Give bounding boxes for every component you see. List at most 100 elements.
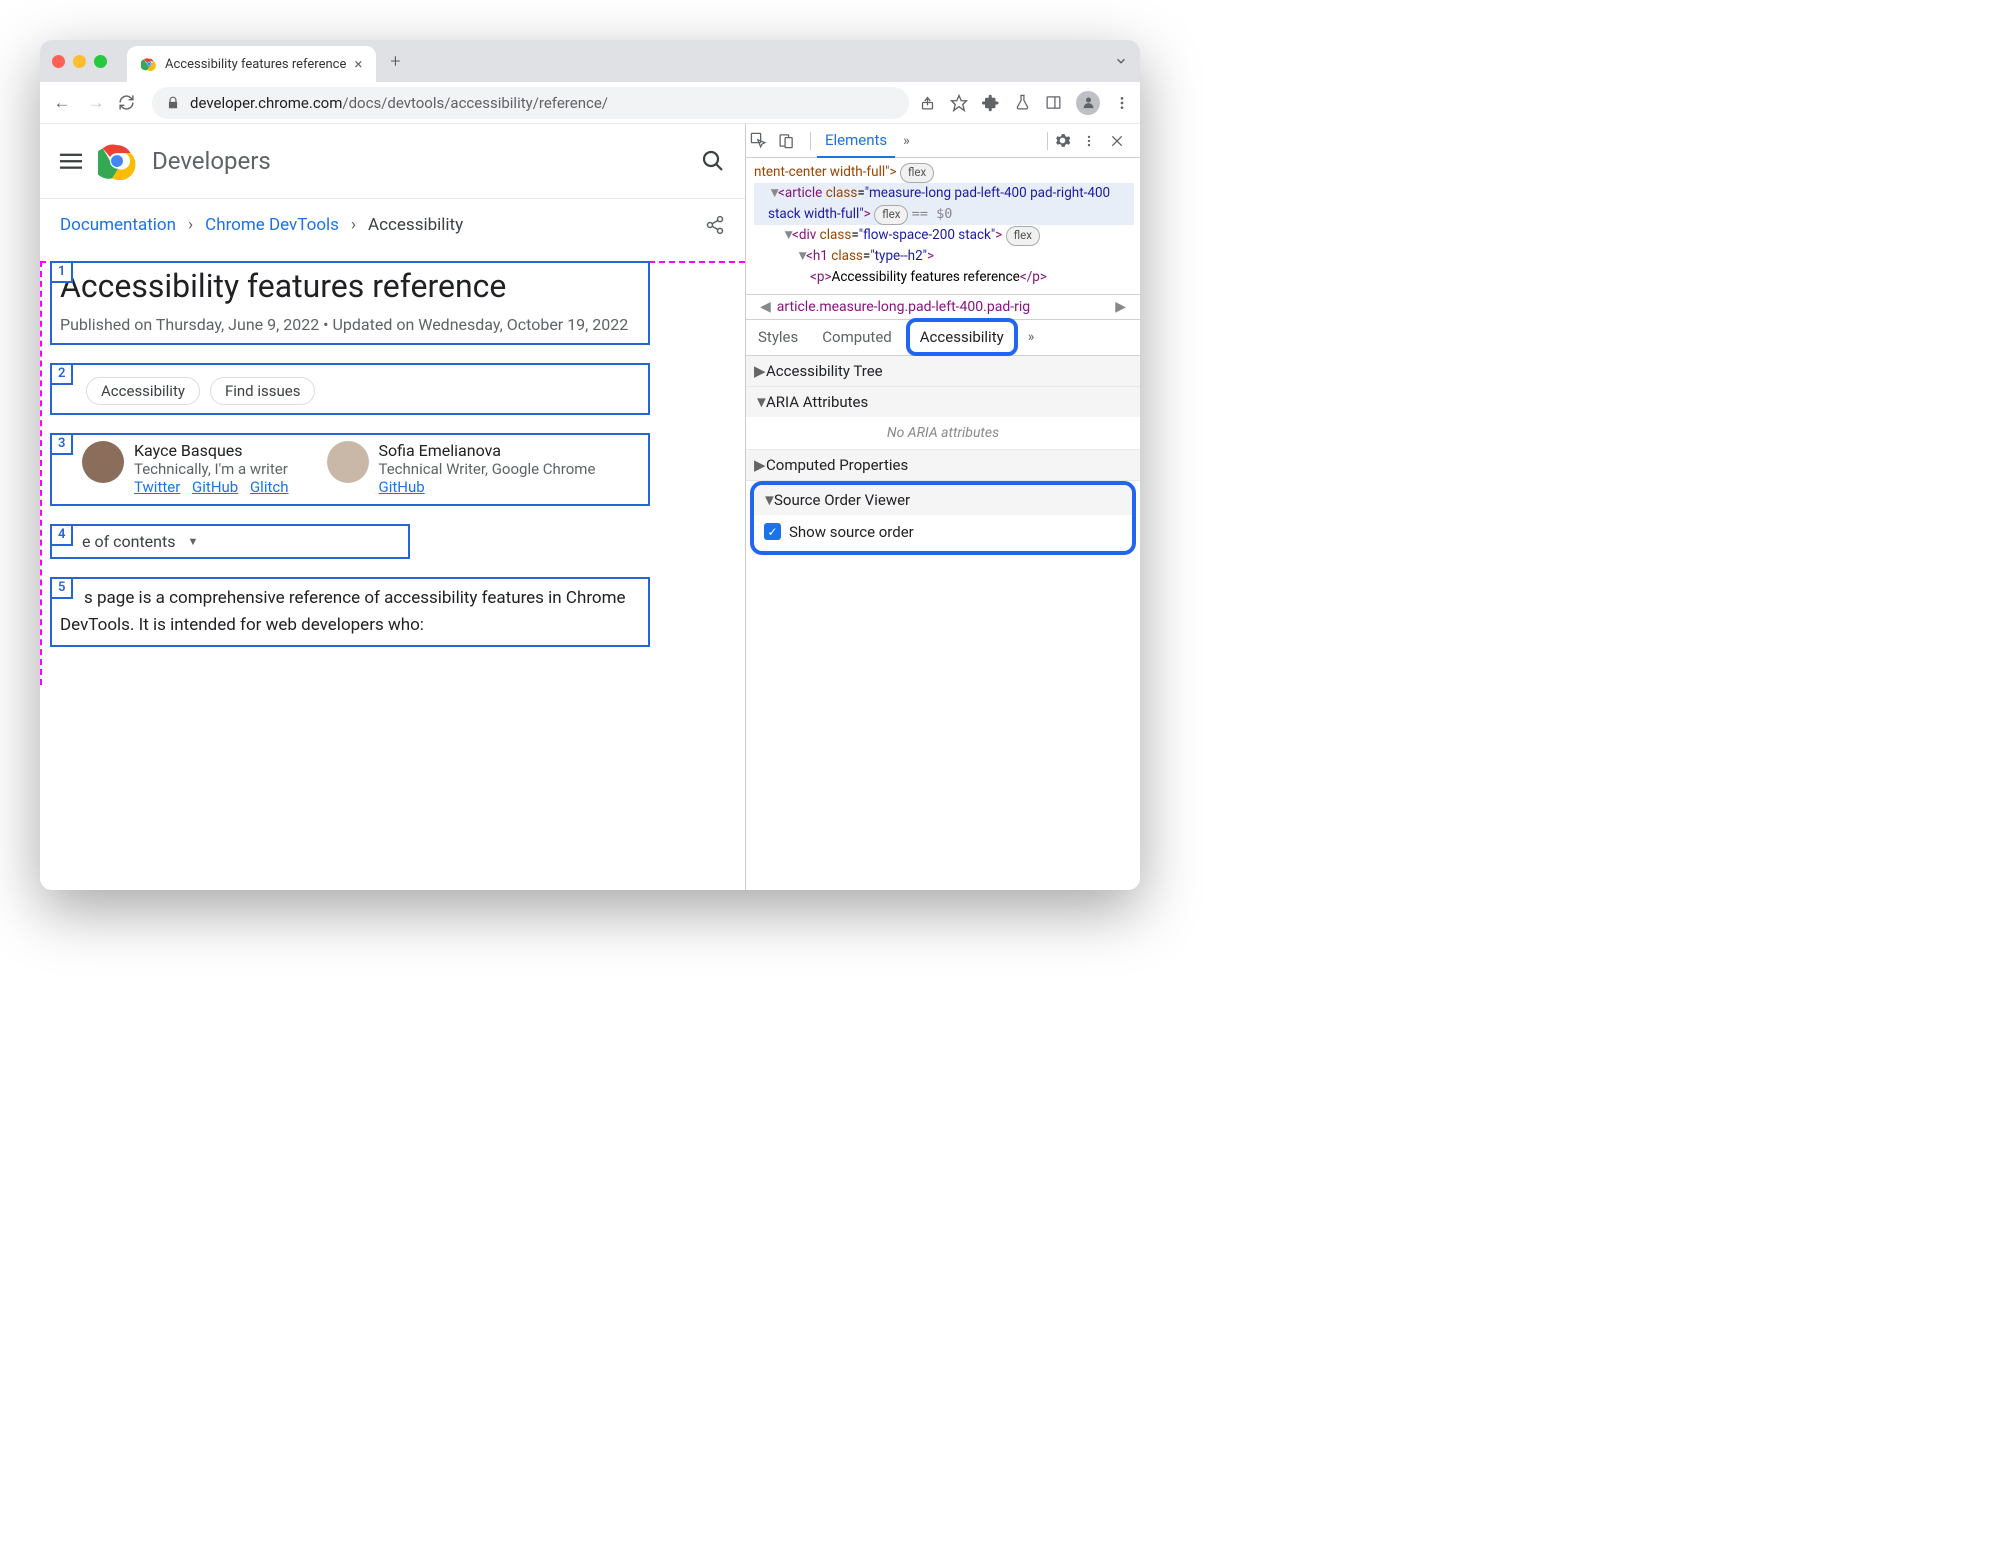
- toc-label: e of contents: [82, 532, 176, 551]
- intro-text: s page is a comprehensive reference of a…: [60, 588, 626, 635]
- section-toggle[interactable]: ▼ARIA Attributes: [746, 387, 1140, 417]
- author-role: Technical Writer, Google Chrome: [379, 460, 596, 478]
- devtools-panel: Elements » ntent-center width-full"> fle…: [745, 124, 1140, 890]
- author-role: Technically, I'm a writer: [134, 460, 297, 478]
- site-title: Developers: [152, 147, 271, 175]
- content-area: Developers Documentation › Chrome DevToo…: [40, 124, 1140, 890]
- section-toggle[interactable]: ▼Source Order Viewer: [754, 485, 1132, 515]
- author-twitter-link[interactable]: Twitter: [134, 478, 180, 496]
- chevron-right-icon: ›: [188, 215, 193, 235]
- author-avatar: [82, 441, 124, 483]
- styles-pane-tabs: Styles Computed Accessibility »: [746, 320, 1140, 356]
- new-tab-button[interactable]: +: [390, 51, 400, 72]
- search-icon[interactable]: [701, 149, 725, 173]
- author-name: Sofia Emelianova: [379, 441, 596, 460]
- menu-icon[interactable]: [1114, 95, 1130, 111]
- source-order-region-4[interactable]: 4 e of contents ▼: [50, 524, 410, 559]
- author-glitch-link[interactable]: Glitch: [250, 478, 289, 496]
- source-order-region-3: 3 Kayce Basques Technically, I'm a write…: [50, 433, 650, 506]
- chrome-icon: [141, 56, 157, 72]
- breadcrumb: Documentation › Chrome DevTools › Access…: [40, 199, 745, 251]
- tag-accessibility[interactable]: Accessibility: [86, 377, 200, 405]
- caret-down-icon: ▼: [188, 535, 199, 548]
- chevron-right-icon: ›: [351, 215, 356, 235]
- flex-badge[interactable]: flex: [874, 205, 908, 225]
- kebab-menu-icon[interactable]: [1082, 134, 1108, 148]
- inspect-icon[interactable]: [750, 132, 776, 149]
- dom-node[interactable]: ▼<div class="flow-space-200 stack"> flex: [754, 225, 1134, 246]
- show-source-order-row[interactable]: ✓ Show source order: [754, 515, 1132, 551]
- breadcrumb-chrome-devtools[interactable]: Chrome DevTools: [205, 215, 339, 235]
- browser-tab[interactable]: Accessibility features reference ×: [127, 46, 376, 82]
- tab-strip: Accessibility features reference × +: [40, 40, 1140, 82]
- extensions-icon[interactable]: [982, 94, 1000, 112]
- source-order-badge: 5: [50, 577, 73, 599]
- dom-node-selected[interactable]: ▼<article class="measure-long pad-left-4…: [754, 183, 1134, 225]
- close-devtools-icon[interactable]: [1110, 134, 1136, 148]
- dom-tree[interactable]: ntent-center width-full"> flex ▼<article…: [746, 158, 1140, 294]
- author-name: Kayce Basques: [134, 441, 297, 460]
- dom-breadcrumb[interactable]: ◀ article.measure-long.pad-left-400.pad-…: [746, 294, 1140, 320]
- section-toggle[interactable]: ▶Accessibility Tree: [746, 356, 1140, 386]
- flex-badge[interactable]: flex: [1006, 226, 1040, 246]
- hamburger-menu[interactable]: [60, 150, 82, 172]
- tab-close-button[interactable]: ×: [354, 55, 362, 73]
- source-order-region-1: 1 Accessibility features reference Publi…: [50, 261, 650, 345]
- labs-icon[interactable]: [1014, 94, 1031, 111]
- tab-list-button[interactable]: [1114, 54, 1128, 68]
- toolbar-actions: [919, 91, 1130, 115]
- share-icon[interactable]: [919, 94, 936, 111]
- source-order-viewer-section: ▼Source Order Viewer ✓ Show source order: [750, 481, 1136, 555]
- dom-node[interactable]: <p>Accessibility features reference</p>: [754, 267, 1134, 288]
- toolbar: ← → developer.chrome.com/docs/devtools/a…: [40, 82, 1140, 124]
- tag-find-issues[interactable]: Find issues: [210, 377, 316, 405]
- sidepanel-icon[interactable]: [1045, 94, 1062, 111]
- breadcrumb-next-icon[interactable]: ▶: [1109, 299, 1132, 315]
- page-title: Accessibility features reference: [52, 267, 648, 305]
- settings-icon[interactable]: [1054, 132, 1080, 149]
- webpage: Developers Documentation › Chrome DevToo…: [40, 124, 745, 890]
- chrome-logo: [98, 142, 136, 180]
- elements-tab[interactable]: Elements: [817, 124, 895, 158]
- browser-window: Accessibility features reference × + ← →…: [40, 40, 1140, 890]
- styles-tab[interactable]: Styles: [748, 322, 808, 352]
- address-bar[interactable]: developer.chrome.com/docs/devtools/acces…: [152, 87, 909, 119]
- author-links: GitHub: [379, 478, 596, 496]
- source-order-region-5: 5 s page is a comprehensive reference of…: [50, 577, 650, 647]
- breadcrumb-current: Accessibility: [368, 215, 463, 235]
- flex-badge[interactable]: flex: [900, 163, 934, 183]
- share-icon[interactable]: [705, 215, 725, 235]
- source-order-badge: 1: [50, 261, 73, 283]
- aria-empty-text: No ARIA attributes: [746, 417, 1140, 449]
- more-tabs-icon[interactable]: »: [1022, 329, 1041, 345]
- devtools-toolbar: Elements »: [746, 124, 1140, 158]
- reload-button[interactable]: [118, 94, 142, 111]
- profile-avatar[interactable]: [1076, 91, 1100, 115]
- device-toggle-icon[interactable]: [778, 132, 804, 149]
- close-window-button[interactable]: [52, 55, 65, 68]
- maximize-window-button[interactable]: [94, 55, 107, 68]
- minimize-window-button[interactable]: [73, 55, 86, 68]
- accessibility-tab[interactable]: Accessibility: [906, 318, 1018, 356]
- back-button[interactable]: ←: [50, 93, 74, 113]
- more-tabs-icon[interactable]: »: [897, 133, 916, 149]
- window-controls: [52, 55, 107, 68]
- section-toggle[interactable]: ▶Computed Properties: [746, 450, 1140, 480]
- forward-button[interactable]: →: [84, 93, 108, 113]
- publish-date: Published on Thursday, June 9, 2022 • Up…: [52, 305, 648, 337]
- bookmark-icon[interactable]: [950, 94, 968, 112]
- source-order-overlay: 1 Accessibility features reference Publi…: [40, 261, 745, 685]
- site-header: Developers: [40, 124, 745, 198]
- author-links: Twitter GitHub Glitch: [134, 478, 297, 496]
- aria-attributes-section: ▼ARIA Attributes No ARIA attributes: [746, 387, 1140, 450]
- author-github-link[interactable]: GitHub: [379, 478, 425, 496]
- checkbox-checked-icon[interactable]: ✓: [764, 523, 781, 540]
- author-avatar: [327, 441, 369, 483]
- checkbox-label: Show source order: [789, 523, 914, 541]
- author-github-link[interactable]: GitHub: [192, 478, 238, 496]
- breadcrumb-documentation[interactable]: Documentation: [60, 215, 176, 235]
- dom-node[interactable]: ▼<h1 class="type--h2">: [754, 246, 1134, 267]
- computed-properties-section: ▶Computed Properties: [746, 450, 1140, 481]
- computed-tab[interactable]: Computed: [812, 322, 902, 352]
- breadcrumb-prev-icon[interactable]: ◀: [754, 299, 777, 315]
